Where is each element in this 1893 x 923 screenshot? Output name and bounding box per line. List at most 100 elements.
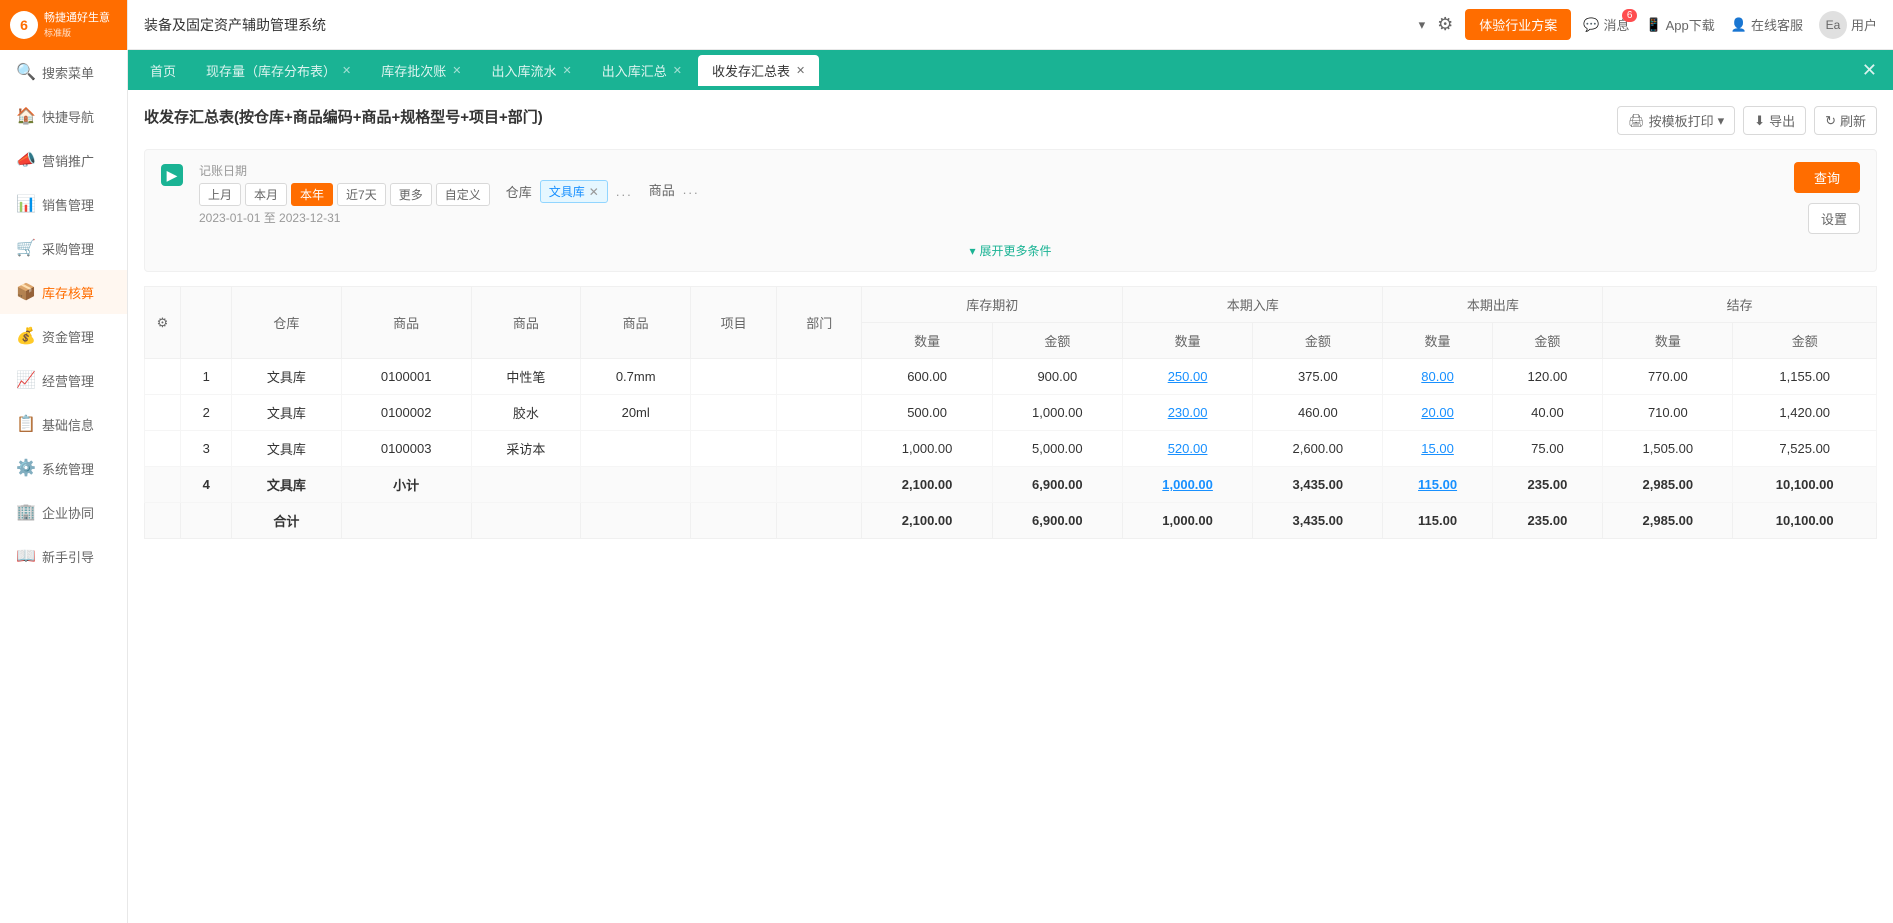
row-close-qty: 770.00: [1603, 359, 1733, 395]
sales-icon: 📊: [16, 194, 34, 214]
col-opening-header: 库存期初: [862, 287, 1123, 323]
page-title: 收发存汇总表(按仓库+商品编码+商品+规格型号+项目+部门): [144, 106, 543, 127]
warehouse-tag-text: 文具库: [549, 183, 585, 200]
date-btn-this-year[interactable]: 本年: [291, 183, 333, 206]
data-table: ⚙ 仓库 商品 商品 商品 项目 部门 库存期初 本期入库 本期出库: [144, 286, 1877, 539]
warehouse-filter-label: 仓库: [506, 182, 532, 201]
sidebar-item-system[interactable]: ⚙️ 系统管理: [0, 446, 127, 490]
subtotal-empty4: [776, 467, 862, 503]
tab-close-icon[interactable]: ✕: [563, 64, 572, 77]
sidebar-item-inventory[interactable]: 📦 库存核算: [0, 270, 127, 314]
sidebar-item-label: 资金管理: [42, 327, 94, 346]
col-no-header: [181, 287, 232, 359]
sidebar-item-label: 快捷导航: [42, 107, 94, 126]
tab-inout-summary[interactable]: 出入库汇总 ✕: [588, 55, 696, 86]
row-open-qty: 1,000.00: [862, 431, 992, 467]
row-dept: [776, 431, 862, 467]
filter-collapse-btn[interactable]: ▶: [161, 164, 183, 186]
set-btn[interactable]: 设置: [1808, 203, 1860, 234]
expand-more-btn[interactable]: ▾ 展开更多条件: [969, 242, 1051, 259]
date-btn-this-month[interactable]: 本月: [245, 183, 287, 206]
warehouse-dots[interactable]: ...: [616, 184, 633, 199]
row-setting: [145, 431, 181, 467]
trial-btn[interactable]: 体验行业方案: [1465, 9, 1571, 40]
row-out-amt: 120.00: [1492, 359, 1603, 395]
sidebar-item-search[interactable]: 🔍 搜索菜单: [0, 50, 127, 94]
sidebar-item-company[interactable]: 🏢 企业协同: [0, 490, 127, 534]
app-download-btn[interactable]: 📱 App下载: [1645, 15, 1714, 34]
row-out-qty[interactable]: 80.00: [1383, 359, 1492, 395]
tab-close-icon[interactable]: ✕: [452, 64, 461, 77]
row-spec: [580, 431, 690, 467]
messages-btn[interactable]: 💬 消息 6: [1583, 15, 1629, 34]
date-btn-7days[interactable]: 近7天: [337, 183, 386, 206]
tab-inout-flow[interactable]: 出入库流水 ✕: [477, 55, 585, 86]
basic-icon: 📋: [16, 414, 34, 434]
date-btn-prev-month[interactable]: 上月: [199, 183, 241, 206]
col-project-header: 项目: [691, 287, 777, 359]
row-out-amt: 40.00: [1492, 395, 1603, 431]
app-download-label: App下载: [1666, 15, 1715, 34]
row-code: 0100001: [341, 359, 471, 395]
tab-close-icon[interactable]: ✕: [673, 64, 682, 77]
sidebar-item-finance[interactable]: 💰 资金管理: [0, 314, 127, 358]
sub-in-qty: 数量: [1122, 323, 1252, 359]
sidebar-menu: 🔍 搜索菜单 🏠 快捷导航 📣 营销推广 📊 销售管理 🛒 采购管理 📦 库存核…: [0, 50, 127, 923]
row-setting: [145, 467, 181, 503]
user-btn[interactable]: Ea 用户: [1819, 11, 1877, 39]
tab-inventory-dist[interactable]: 现存量（库存分布表） ✕: [192, 55, 365, 86]
sub-close-amt: 金额: [1733, 323, 1877, 359]
export-btn[interactable]: ⬇ 导出: [1743, 106, 1806, 135]
goods-filter-label: 商品: [649, 180, 675, 199]
online-service-label: 在线客服: [1751, 15, 1803, 34]
sidebar-item-basic[interactable]: 📋 基础信息: [0, 402, 127, 446]
subtotal-out-qty[interactable]: 115.00: [1383, 467, 1492, 503]
subtotal-empty3: [691, 467, 777, 503]
col-closing-header: 结存: [1603, 287, 1877, 323]
row-close-amt: 1,420.00: [1733, 395, 1877, 431]
row-spec: 20ml: [580, 395, 690, 431]
row-in-qty[interactable]: 230.00: [1122, 395, 1252, 431]
tab-close-icon[interactable]: ✕: [796, 64, 805, 77]
sidebar-item-quick[interactable]: 🏠 快捷导航: [0, 94, 127, 138]
col-settings-btn[interactable]: ⚙: [145, 287, 181, 359]
sub-out-qty: 数量: [1383, 323, 1492, 359]
table-row: 2 文具库 0100002 胶水 20ml 500.00 1,000.00 23…: [145, 395, 1877, 431]
date-btn-custom[interactable]: 自定义: [436, 183, 490, 206]
date-btn-more[interactable]: 更多: [390, 183, 432, 206]
tabbar-close-icon[interactable]: ✕: [1854, 60, 1885, 81]
sidebar-item-label: 经营管理: [42, 371, 94, 390]
search-icon: 🔍: [16, 62, 34, 82]
total-open-amt: 6,900.00: [992, 503, 1122, 539]
settings-icon[interactable]: ⚙: [1437, 14, 1453, 35]
row-out-qty[interactable]: 20.00: [1383, 395, 1492, 431]
goods-filter-group: 商品 ...: [649, 180, 700, 199]
sidebar-item-sales[interactable]: 📊 销售管理: [0, 182, 127, 226]
tab-close-icon[interactable]: ✕: [342, 64, 351, 77]
data-table-container: ⚙ 仓库 商品 商品 商品 项目 部门 库存期初 本期入库 本期出库: [144, 286, 1877, 539]
row-in-qty[interactable]: 250.00: [1122, 359, 1252, 395]
tab-batch[interactable]: 库存批次账 ✕: [367, 55, 475, 86]
sidebar: 6 畅捷通好生意 标准版 🔍 搜索菜单 🏠 快捷导航 📣 营销推广 📊 销售管理…: [0, 0, 128, 923]
query-btn[interactable]: 查询: [1794, 162, 1860, 193]
row-in-qty[interactable]: 520.00: [1122, 431, 1252, 467]
total-setting: [145, 503, 181, 539]
system-dropdown[interactable]: ▾: [1419, 17, 1426, 33]
warehouse-tag-close[interactable]: ✕: [589, 185, 599, 199]
sidebar-item-purchase[interactable]: 🛒 采购管理: [0, 226, 127, 270]
sidebar-item-guide[interactable]: 📖 新手引导: [0, 534, 127, 578]
row-in-amt: 2,600.00: [1253, 431, 1383, 467]
online-service-btn[interactable]: 👤 在线客服: [1731, 15, 1803, 34]
sidebar-item-operation[interactable]: 📈 经营管理: [0, 358, 127, 402]
row-out-qty[interactable]: 15.00: [1383, 431, 1492, 467]
subtotal-in-qty[interactable]: 1,000.00: [1122, 467, 1252, 503]
table-row: 1 文具库 0100001 中性笔 0.7mm 600.00 900.00 25…: [145, 359, 1877, 395]
tab-home[interactable]: 首页: [136, 55, 190, 86]
print-btn[interactable]: 🖨 按模板打印 ▾: [1617, 106, 1735, 135]
row-warehouse: 文具库: [232, 395, 341, 431]
goods-dots[interactable]: ...: [683, 182, 700, 197]
sidebar-item-marketing[interactable]: 📣 营销推广: [0, 138, 127, 182]
refresh-btn[interactable]: ↻ 刷新: [1814, 106, 1877, 135]
tab-recv-send-summary[interactable]: 收发存汇总表 ✕: [698, 55, 819, 86]
settings-icon: ⚙: [157, 315, 169, 330]
